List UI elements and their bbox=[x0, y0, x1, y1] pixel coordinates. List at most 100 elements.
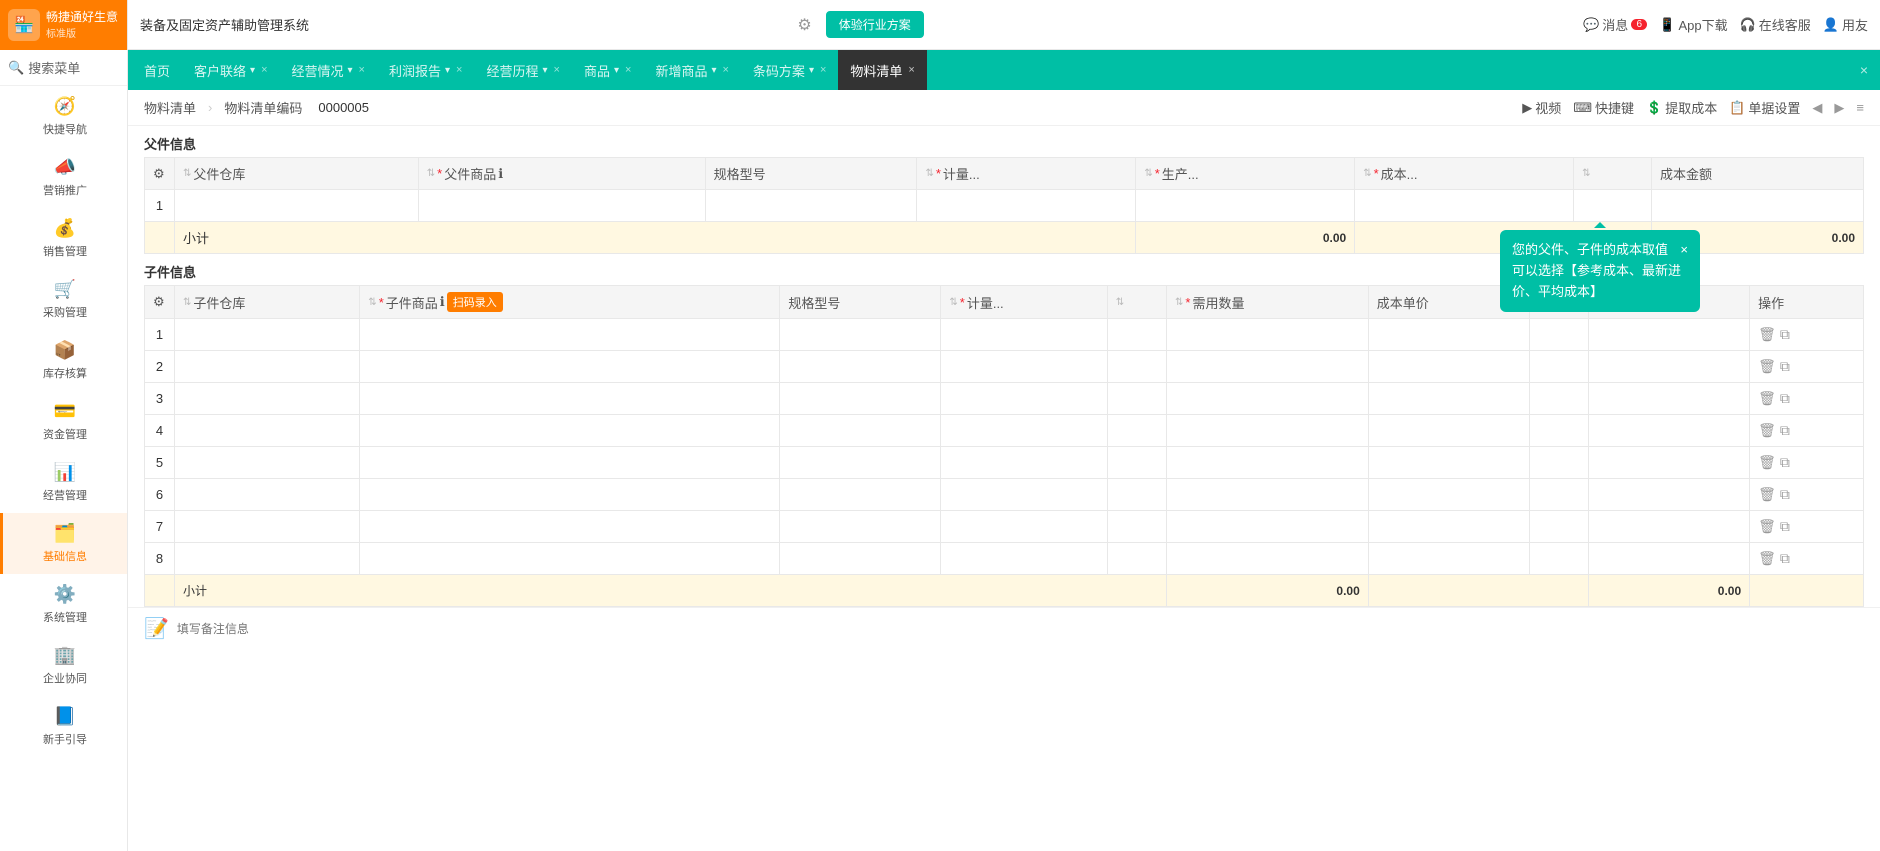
parent-row-1-prod-unit[interactable] bbox=[1136, 190, 1355, 222]
child-row-8-extra2[interactable] bbox=[1529, 543, 1588, 575]
child-row-6-extra1[interactable] bbox=[1107, 479, 1166, 511]
shortcut-btn[interactable]: ⌨ 快捷键 bbox=[1573, 98, 1634, 117]
tab-bom-list[interactable]: 物料清单 × bbox=[838, 50, 926, 90]
parent-row-1-cost-unit[interactable] bbox=[1355, 190, 1574, 222]
parent-col-settings[interactable]: ⚙ bbox=[145, 158, 175, 190]
parent-row-1-goods[interactable] bbox=[418, 190, 705, 222]
sidebar-item-marketing[interactable]: 📣 营销推广 bbox=[0, 147, 127, 208]
tab-profit-report[interactable]: 利润报告 ▾ × bbox=[377, 50, 474, 90]
tab-ops-close[interactable]: × bbox=[359, 64, 365, 76]
child-row-1-qty-unit[interactable] bbox=[941, 319, 1107, 351]
child-row-5-extra1[interactable] bbox=[1107, 447, 1166, 479]
child-row-6-copy-icon[interactable]: ⧉ bbox=[1780, 486, 1790, 503]
tab-history-close[interactable]: × bbox=[554, 64, 560, 76]
child-row-4-cost-unit-price[interactable] bbox=[1368, 415, 1529, 447]
sidebar-item-inventory[interactable]: 📦 库存核算 bbox=[0, 330, 127, 391]
child-row-6-qty-unit[interactable] bbox=[941, 479, 1107, 511]
child-row-5-delete-icon[interactable]: 🗑 bbox=[1758, 454, 1776, 471]
tab-customer-close[interactable]: × bbox=[261, 64, 267, 76]
child-row-5-extra2[interactable] bbox=[1529, 447, 1588, 479]
child-row-3-qty-unit[interactable] bbox=[941, 383, 1107, 415]
grid-view-icon[interactable]: ≡ bbox=[1856, 100, 1864, 115]
note-input[interactable] bbox=[177, 622, 1864, 636]
child-row-8-delete-icon[interactable]: 🗑 bbox=[1758, 550, 1776, 567]
tab-home[interactable]: 首页 bbox=[132, 50, 182, 90]
child-row-5-copy-icon[interactable]: ⧉ bbox=[1780, 454, 1790, 471]
tab-goods-close[interactable]: × bbox=[625, 64, 631, 76]
child-row-7-required-qty[interactable] bbox=[1167, 511, 1369, 543]
tooltip-close-btn[interactable]: × bbox=[1680, 240, 1688, 261]
child-row-6-spec[interactable] bbox=[780, 479, 941, 511]
sidebar-item-purchase[interactable]: 🛒 采购管理 bbox=[0, 269, 127, 330]
breadcrumb-bom[interactable]: 物料清单 bbox=[144, 98, 196, 117]
tab-new-goods-close[interactable]: × bbox=[722, 64, 728, 76]
settings-gear-icon[interactable]: ⚙ bbox=[791, 15, 817, 35]
child-row-5-goods[interactable] bbox=[360, 447, 780, 479]
single-settings-btn[interactable]: 📋 单据设置 bbox=[1729, 98, 1800, 117]
child-row-7-copy-icon[interactable]: ⧉ bbox=[1780, 518, 1790, 535]
tab-barcode[interactable]: 条码方案 ▾ × bbox=[741, 50, 838, 90]
child-row-6-cost-unit-price[interactable] bbox=[1368, 479, 1529, 511]
child-row-1-cost-unit-price[interactable] bbox=[1368, 319, 1529, 351]
nav-prev-icon[interactable]: ◀ bbox=[1812, 100, 1822, 116]
child-row-1-goods[interactable] bbox=[360, 319, 780, 351]
child-row-1-warehouse[interactable] bbox=[175, 319, 360, 351]
tab-goods[interactable]: 商品 ▾ × bbox=[572, 50, 643, 90]
child-row-6-required-qty[interactable] bbox=[1167, 479, 1369, 511]
child-row-7-extra2[interactable] bbox=[1529, 511, 1588, 543]
child-row-8-extra1[interactable] bbox=[1107, 543, 1166, 575]
scan-input-btn[interactable]: 扫码录入 bbox=[447, 292, 503, 312]
parent-row-1-warehouse[interactable] bbox=[175, 190, 419, 222]
child-row-3-copy-icon[interactable]: ⧉ bbox=[1780, 390, 1790, 407]
nav-next-icon[interactable]: ▶ bbox=[1834, 100, 1844, 116]
sidebar-item-guide[interactable]: 📘 新手引导 bbox=[0, 696, 127, 757]
child-row-1-copy-icon[interactable]: ⧉ bbox=[1780, 326, 1790, 343]
parent-row-1-spec[interactable] bbox=[705, 190, 917, 222]
sidebar-item-basic-info[interactable]: 🗂️ 基础信息 bbox=[0, 513, 127, 574]
child-row-6-extra2[interactable] bbox=[1529, 479, 1588, 511]
child-row-3-extra1[interactable] bbox=[1107, 383, 1166, 415]
sidebar-item-enterprise[interactable]: 🏢 企业协同 bbox=[0, 635, 127, 696]
child-row-6-goods[interactable] bbox=[360, 479, 780, 511]
child-row-2-goods[interactable] bbox=[360, 351, 780, 383]
child-row-4-warehouse[interactable] bbox=[175, 415, 360, 447]
tab-operations-status[interactable]: 经营情况 ▾ × bbox=[280, 50, 377, 90]
trial-btn[interactable]: 体验行业方案 bbox=[826, 11, 924, 38]
child-row-2-qty-unit[interactable] bbox=[941, 351, 1107, 383]
child-row-3-spec[interactable] bbox=[780, 383, 941, 415]
child-row-1-extra1[interactable] bbox=[1107, 319, 1166, 351]
sidebar-search[interactable]: 🔍 搜索菜单 bbox=[0, 50, 127, 86]
child-row-8-spec[interactable] bbox=[780, 543, 941, 575]
child-row-5-cost-unit-price[interactable] bbox=[1368, 447, 1529, 479]
child-row-2-warehouse[interactable] bbox=[175, 351, 360, 383]
child-row-2-required-qty[interactable] bbox=[1167, 351, 1369, 383]
app-download-btn[interactable]: 📱 App下载 bbox=[1659, 15, 1727, 34]
tab-customer[interactable]: 客户联络 ▾ × bbox=[182, 50, 279, 90]
child-row-8-cost-unit-price[interactable] bbox=[1368, 543, 1529, 575]
tab-ops-history[interactable]: 经营历程 ▾ × bbox=[474, 50, 571, 90]
child-row-4-goods[interactable] bbox=[360, 415, 780, 447]
child-row-4-extra1[interactable] bbox=[1107, 415, 1166, 447]
child-row-8-goods[interactable] bbox=[360, 543, 780, 575]
child-row-2-cost-unit-price[interactable] bbox=[1368, 351, 1529, 383]
parent-row-1-qty-unit[interactable] bbox=[917, 190, 1136, 222]
child-row-3-goods[interactable] bbox=[360, 383, 780, 415]
child-row-7-extra1[interactable] bbox=[1107, 511, 1166, 543]
child-row-8-warehouse[interactable] bbox=[175, 543, 360, 575]
child-row-2-spec[interactable] bbox=[780, 351, 941, 383]
child-row-2-delete-icon[interactable]: 🗑 bbox=[1758, 358, 1776, 375]
user-btn[interactable]: 👤 用友 bbox=[1823, 15, 1868, 34]
child-goods-info-icon[interactable]: ℹ bbox=[440, 294, 445, 310]
child-row-3-cost-unit-price[interactable] bbox=[1368, 383, 1529, 415]
child-row-4-delete-icon[interactable]: 🗑 bbox=[1758, 422, 1776, 439]
sidebar-item-finance[interactable]: 💳 资金管理 bbox=[0, 391, 127, 452]
parent-goods-info-icon[interactable]: ℹ bbox=[498, 166, 503, 182]
child-row-4-spec[interactable] bbox=[780, 415, 941, 447]
video-btn[interactable]: ▶ 视频 bbox=[1522, 98, 1561, 117]
child-row-4-qty-unit[interactable] bbox=[941, 415, 1107, 447]
child-row-1-required-qty[interactable] bbox=[1167, 319, 1369, 351]
child-row-8-required-qty[interactable] bbox=[1167, 543, 1369, 575]
child-row-1-extra2[interactable] bbox=[1529, 319, 1588, 351]
child-row-6-warehouse[interactable] bbox=[175, 479, 360, 511]
child-row-2-extra2[interactable] bbox=[1529, 351, 1588, 383]
